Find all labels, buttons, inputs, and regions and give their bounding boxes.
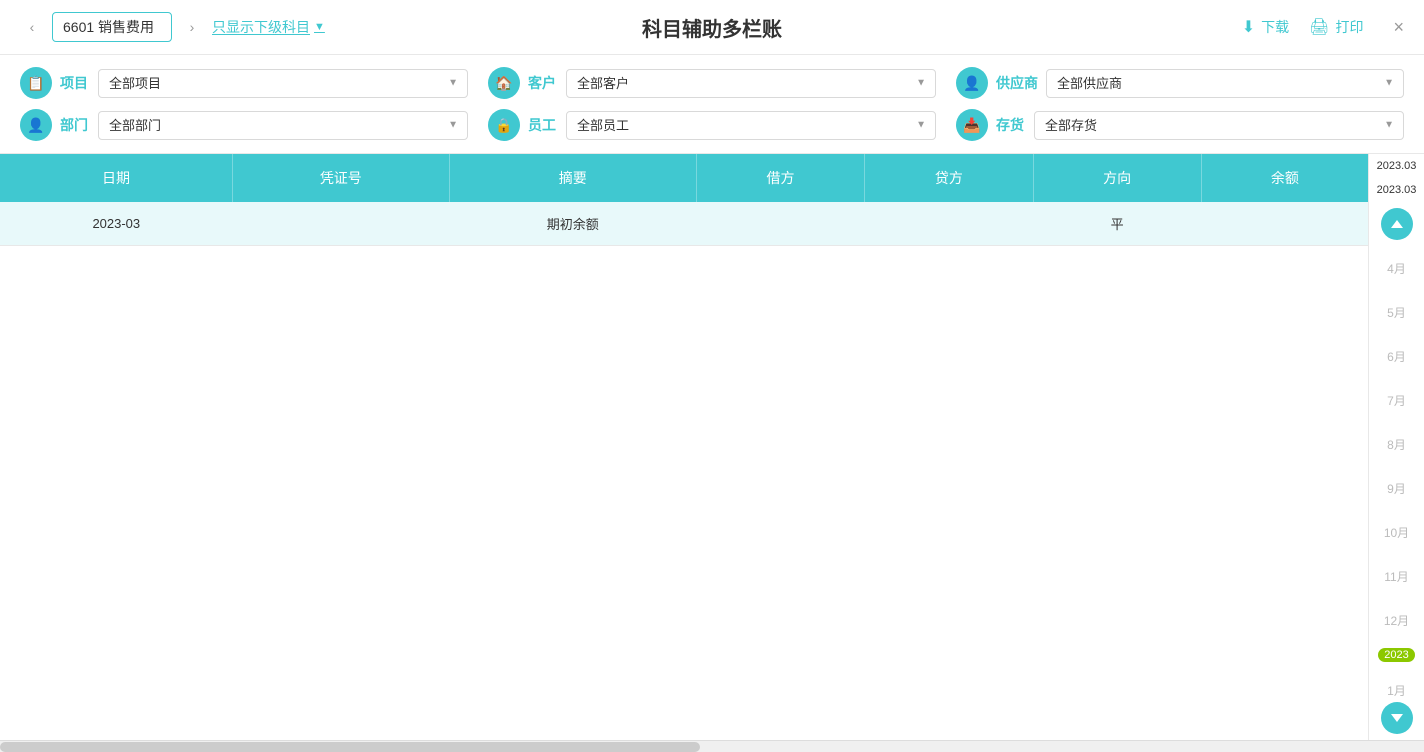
period-header-2[interactable]: 2023.03 <box>1369 178 1424 202</box>
cell-voucher <box>233 202 449 246</box>
scrollbar-thumb[interactable] <box>0 742 700 752</box>
project-label: 项目 <box>60 73 90 93</box>
employee-select[interactable]: 全部员工 <box>566 111 936 140</box>
inventory-select[interactable]: 全部存货 <box>1034 111 1404 140</box>
inventory-label: 存货 <box>996 115 1026 135</box>
timeline-scroll[interactable]: 4月 5月 6月 7月 8月 9月 10月 <box>1369 246 1424 696</box>
period-9[interactable]: 9月 <box>1369 466 1424 510</box>
period-10[interactable]: 10月 <box>1369 510 1424 554</box>
period-8[interactable]: 8月 <box>1369 422 1424 466</box>
filter-department: 👤 部门 全部部门 <box>20 109 468 141</box>
project-select[interactable]: 全部项目 <box>98 69 468 98</box>
project-select-wrapper: 全部项目 <box>98 69 468 98</box>
title-bar: ‹ 6601 销售费用 › 只显示下级科目 ▼ 科目辅助多栏账 ⬇ 下载 🖨 打… <box>0 0 1424 55</box>
col-summary: 摘要 <box>449 154 696 202</box>
filter-supplier: 👤 供应商 全部供应商 <box>956 67 1404 99</box>
supplier-icon: 👤 <box>956 67 988 99</box>
cell-debit <box>696 202 864 246</box>
col-direction: 方向 <box>1033 154 1201 202</box>
filter-area: 📋 项目 全部项目 🏠 客户 全部客户 <box>0 55 1424 154</box>
supplier-select[interactable]: 全部供应商 <box>1046 69 1404 98</box>
page-title: 科目辅助多栏账 <box>642 13 782 42</box>
department-label: 部门 <box>60 115 90 135</box>
title-right: ⬇ 下载 🖨 打印 × <box>1242 17 1404 38</box>
year-2023[interactable]: 2023 <box>1369 642 1424 668</box>
col-balance: 余额 <box>1201 154 1368 202</box>
project-icon: 📋 <box>20 67 52 99</box>
horizontal-scrollbar[interactable] <box>0 740 1424 752</box>
period-6[interactable]: 6月 <box>1369 334 1424 378</box>
period-1[interactable]: 1月 <box>1369 668 1424 696</box>
filter-row-1: 📋 项目 全部项目 🏠 客户 全部客户 <box>20 67 1404 99</box>
close-button[interactable]: × <box>1393 17 1404 38</box>
main-container: ‹ 6601 销售费用 › 只显示下级科目 ▼ 科目辅助多栏账 ⬇ 下载 🖨 打… <box>0 0 1424 752</box>
department-icon: 👤 <box>20 109 52 141</box>
department-select[interactable]: 全部部门 <box>98 111 468 140</box>
period-11[interactable]: 11月 <box>1369 554 1424 598</box>
customer-icon: 🏠 <box>488 67 520 99</box>
period-4[interactable]: 4月 <box>1369 246 1424 290</box>
employee-icon: 🔒 <box>488 109 520 141</box>
filter-inventory: 📥 存货 全部存货 <box>956 109 1404 141</box>
col-credit: 贷方 <box>865 154 1033 202</box>
filter-row-2: 👤 部门 全部部门 🔒 员工 全部员工 <box>20 109 1404 141</box>
period-12[interactable]: 12月 <box>1369 598 1424 642</box>
download-icon: ⬇ <box>1242 17 1255 37</box>
timeline-down-btn[interactable] <box>1381 702 1413 734</box>
cell-date: 2023-03 <box>0 202 233 246</box>
nav-next-btn[interactable]: › <box>180 15 204 39</box>
cell-summary: 期初余额 <box>449 202 696 246</box>
cell-balance <box>1201 202 1368 246</box>
title-left: ‹ 6601 销售费用 › 只显示下级科目 ▼ <box>20 12 325 42</box>
col-voucher: 凭证号 <box>233 154 449 202</box>
print-button[interactable]: 🖨 打印 <box>1309 17 1363 37</box>
col-debit: 借方 <box>696 154 864 202</box>
supplier-select-wrapper: 全部供应商 <box>1046 69 1404 98</box>
employee-select-wrapper: 全部员工 <box>566 111 936 140</box>
inventory-select-wrapper: 全部存货 <box>1034 111 1404 140</box>
account-code[interactable]: 6601 销售费用 <box>52 12 172 42</box>
nav-prev-btn[interactable]: ‹ <box>20 15 44 39</box>
side-timeline: 2023.03 2023.03 4月 5月 6月 7月 8月 <box>1368 154 1424 740</box>
cell-credit <box>865 202 1033 246</box>
period-5[interactable]: 5月 <box>1369 290 1424 334</box>
table-header-row: 日期 凭证号 摘要 借方 贷方 方向 余额 <box>0 154 1368 202</box>
period-header-1[interactable]: 2023.03 <box>1369 154 1424 178</box>
show-sub-button[interactable]: 只显示下级科目 ▼ <box>212 17 325 37</box>
customer-label: 客户 <box>528 73 558 93</box>
filter-customer: 🏠 客户 全部客户 <box>488 67 936 99</box>
table-row: 2023-03 期初余额 平 <box>0 202 1368 246</box>
inventory-icon: 📥 <box>956 109 988 141</box>
cell-direction: 平 <box>1033 202 1201 246</box>
customer-select[interactable]: 全部客户 <box>566 69 936 98</box>
content-area: 日期 凭证号 摘要 借方 贷方 方向 余额 2023-03 期初余额 <box>0 154 1424 740</box>
table-area: 日期 凭证号 摘要 借方 贷方 方向 余额 2023-03 期初余额 <box>0 154 1368 740</box>
department-select-wrapper: 全部部门 <box>98 111 468 140</box>
customer-select-wrapper: 全部客户 <box>566 69 936 98</box>
filter-project: 📋 项目 全部项目 <box>20 67 468 99</box>
filter-employee: 🔒 员工 全部员工 <box>488 109 936 141</box>
supplier-label: 供应商 <box>996 73 1038 93</box>
col-date: 日期 <box>0 154 233 202</box>
timeline-up-btn[interactable] <box>1381 208 1413 240</box>
employee-label: 员工 <box>528 115 558 135</box>
download-button[interactable]: ⬇ 下载 <box>1242 17 1289 37</box>
period-7[interactable]: 7月 <box>1369 378 1424 422</box>
print-icon: 🖨 <box>1309 17 1329 37</box>
data-table: 日期 凭证号 摘要 借方 贷方 方向 余额 2023-03 期初余额 <box>0 154 1368 246</box>
